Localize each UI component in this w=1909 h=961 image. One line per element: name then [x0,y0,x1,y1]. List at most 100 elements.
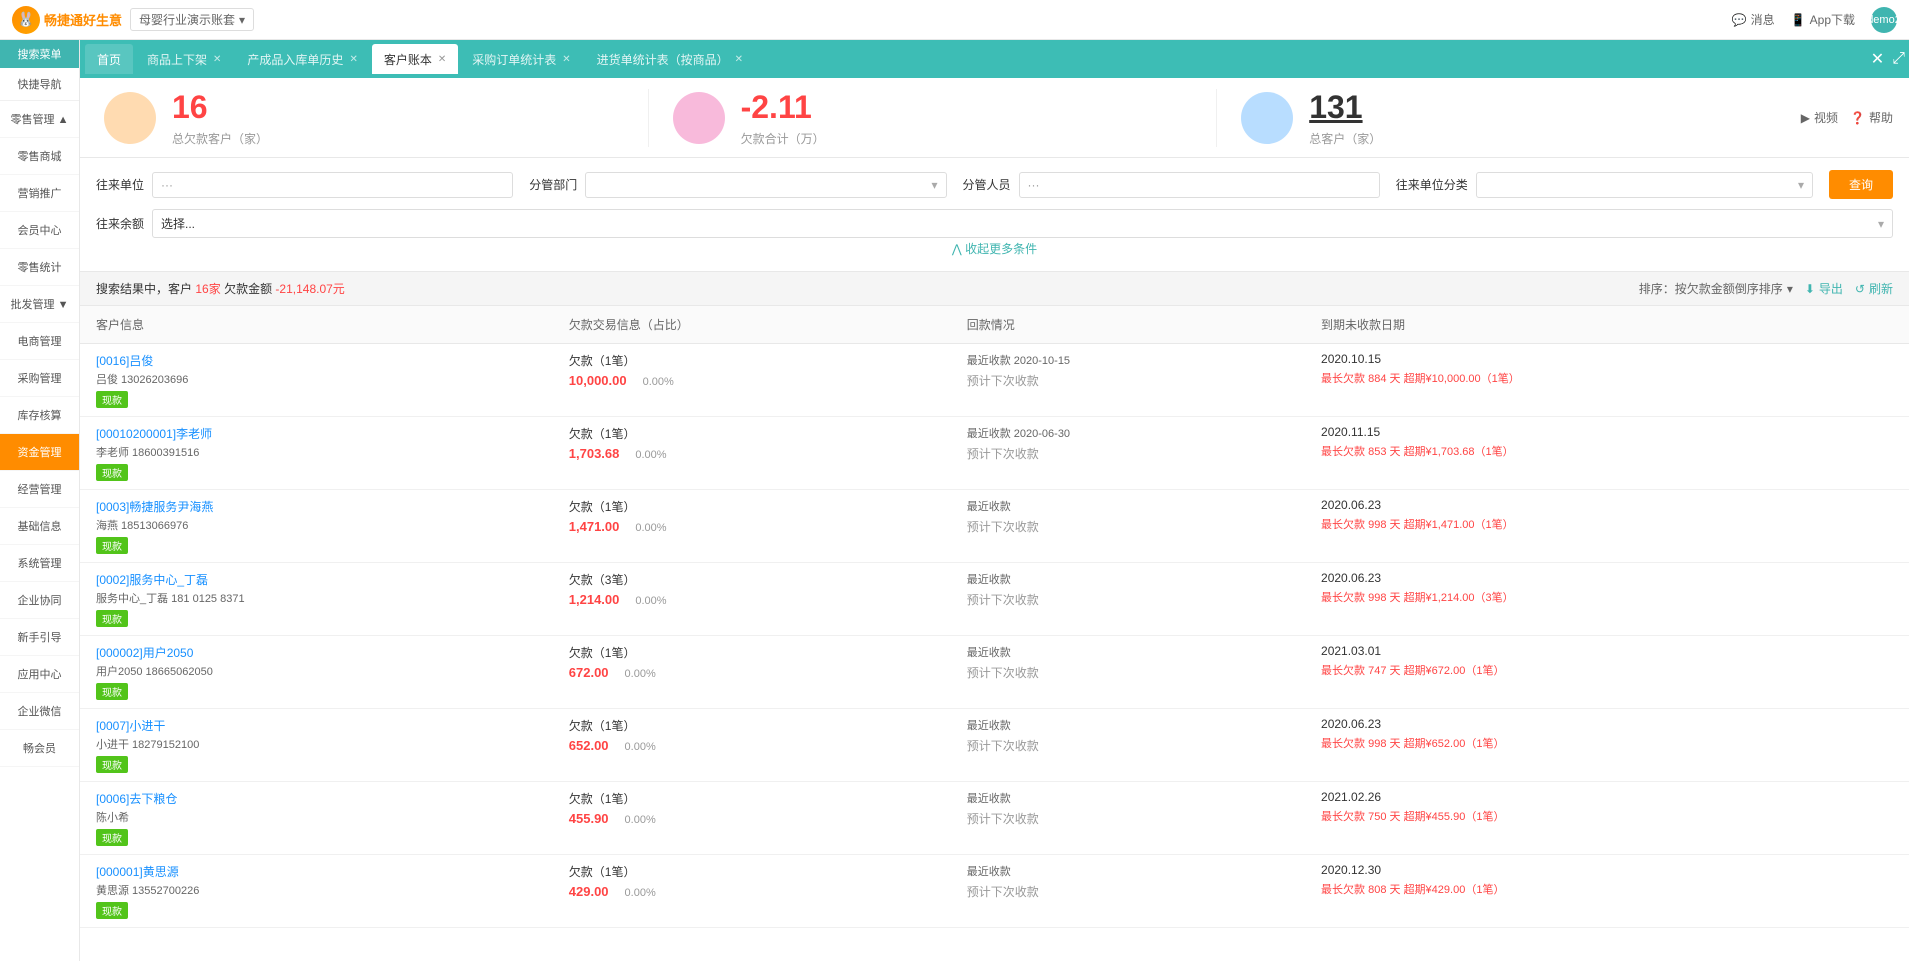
tab-close-icon[interactable]: ✕ [213,54,221,65]
store-selector[interactable]: 母婴行业演示账套 ▾ [130,8,254,31]
balance-select[interactable]: 选择... ▾ [152,209,1893,238]
customer-name-5[interactable]: [0007]小进干 [96,717,537,734]
cell-due-date-0: 2020.10.15 最长欠款 884 天 超期¥10,000.00（1笔） [1305,344,1909,417]
sort-caret-icon: ▾ [1787,282,1793,296]
sidebar-item-vip[interactable]: 畅会员 [0,730,79,767]
sidebar-item-enterprise[interactable]: 企业协同 [0,582,79,619]
avatar[interactable]: demo2 [1871,7,1897,33]
tab-customer-account[interactable]: 客户账本 ✕ [372,44,458,74]
quick-nav[interactable]: 快捷导航 [0,68,79,101]
sidebar-item-retail-mgmt[interactable]: 零售管理 ▲ [0,101,79,138]
sidebar-item-batch-mgmt[interactable]: 批发管理 ▼ [0,286,79,323]
sidebar-label: 系统管理 [18,558,62,570]
sidebar-label: 应用中心 [18,669,62,681]
search-button[interactable]: 查询 [1829,170,1893,199]
content-area: 16 总欠款客户（家） -2.11 欠款合计（万） [80,78,1909,961]
cell-customer-7: [000001]黄思源 黄思源 13552700226 现款 [80,855,553,928]
unit-classify-select[interactable]: ▾ [1476,172,1813,198]
sidebar-item-inventory[interactable]: 库存核算 [0,397,79,434]
customer-tag-5: 现款 [96,756,128,773]
cell-debt-2: 欠款（1笔） 1,471.00 0.00% [553,490,951,563]
overdue-info-1[interactable]: 最长欠款 853 天 超期¥1,703.68（1笔） [1321,443,1893,459]
debt-count-6: 欠款（1笔） [569,790,636,807]
sidebar-item-system[interactable]: 系统管理 [0,545,79,582]
overdue-info-6[interactable]: 最长欠款 750 天 超期¥455.90（1笔） [1321,808,1893,824]
sidebar-item-ecommerce[interactable]: 电商管理 [0,323,79,360]
results-debt-amount: -21,148.07元 [275,282,344,296]
unit-classify-caret-icon: ▾ [1798,178,1804,192]
video-button[interactable]: ▶ 视频 [1801,109,1838,126]
avatar-text: demo2 [1867,14,1901,26]
tab-restore-icon[interactable]: ⤢ [1892,50,1905,68]
debt-amount-2[interactable]: 1,471.00 [569,519,620,534]
help-button[interactable]: ❓ 帮助 [1850,109,1893,126]
overdue-info-4[interactable]: 最长欠款 747 天 超期¥672.00（1笔） [1321,662,1893,678]
col-collection: 回款情况 [951,306,1305,344]
sidebar-item-basic-info[interactable]: 基础信息 [0,508,79,545]
overdue-info-2[interactable]: 最长欠款 998 天 超期¥1,471.00（1笔） [1321,516,1893,532]
sidebar-item-retail-stats[interactable]: 零售统计 [0,249,79,286]
overdue-info-5[interactable]: 最长欠款 998 天 超期¥652.00（1笔） [1321,735,1893,751]
logo-text: 畅捷通好生意 [44,10,122,29]
customer-name-3[interactable]: [0002]服务中心_丁磊 [96,571,537,588]
export-button[interactable]: ⬇ 导出 [1805,280,1843,297]
tab-product-history[interactable]: 产成品入库单历史 ✕ [235,44,369,74]
sidebar-item-enterprise-wechat[interactable]: 企业微信 [0,693,79,730]
arrow-icon: ▼ [58,299,69,311]
overdue-info-7[interactable]: 最长欠款 808 天 超期¥429.00（1笔） [1321,881,1893,897]
overdue-info-3[interactable]: 最长欠款 998 天 超期¥1,214.00（3笔） [1321,589,1893,605]
sidebar-item-app-center[interactable]: 应用中心 [0,656,79,693]
debt-count-5: 欠款（1笔） [569,717,636,734]
customer-name-7[interactable]: [000001]黄思源 [96,863,537,880]
tab-close-icon[interactable]: ✕ [349,54,357,65]
tab-close-all-icon[interactable]: ✕ [1871,49,1884,69]
sidebar-item-purchase[interactable]: 采购管理 [0,360,79,397]
cell-collection-5: 最近收款 预计下次收款 [951,709,1305,782]
search-menu-label: 搜索菜单 [18,49,62,61]
tab-purchase-stats[interactable]: 进货单统计表（按商品） ✕ [585,44,755,74]
app-download-button[interactable]: 📱 App下载 [1791,11,1855,28]
customer-name-2[interactable]: [0003]畅捷服务尹海燕 [96,498,537,515]
cell-customer-3: [0002]服务中心_丁磊 服务中心_丁磊 181 0125 8371 现款 [80,563,553,636]
sidebar-label: 库存核算 [18,410,62,422]
sidebar-item-guide[interactable]: 新手引导 [0,619,79,656]
overdue-info-0[interactable]: 最长欠款 884 天 超期¥10,000.00（1笔） [1321,370,1893,386]
customer-name-1[interactable]: [00010200001]李老师 [96,425,537,442]
customer-name-4[interactable]: [000002]用户2050 [96,644,537,661]
tab-purchase-order[interactable]: 采购订单统计表 ✕ [460,44,582,74]
last-collection-label-1: 最近收款 [967,428,1011,440]
customer-tag-0: 现款 [96,391,128,408]
sort-selector[interactable]: 排序：按欠款金额倒序排序 ▾ [1639,280,1793,297]
debt-amount-5[interactable]: 652.00 [569,738,609,753]
customer-name-6[interactable]: [0006]去下粮仓 [96,790,537,807]
sidebar-item-capital[interactable]: 资金管理 [0,434,79,471]
debt-amount-0[interactable]: 10,000.00 [569,373,627,388]
last-collection-label-7: 最近收款 [967,866,1011,878]
tab-close-icon[interactable]: ✕ [735,54,743,65]
refresh-button[interactable]: ↺ 刷新 [1855,280,1893,297]
sidebar-item-member[interactable]: 会员中心 [0,212,79,249]
stats-header-right: ▶ 视频 ❓ 帮助 [1785,109,1909,126]
department-select[interactable]: ▾ [585,172,946,198]
debt-amount-3[interactable]: 1,214.00 [569,592,620,607]
tab-close-icon[interactable]: ✕ [438,54,446,65]
debt-amount-4[interactable]: 672.00 [569,665,609,680]
collapse-row[interactable]: ⋀ 收起更多条件 [96,238,1893,259]
tab-product-shelf[interactable]: 商品上下架 ✕ [135,44,233,74]
customer-name-0[interactable]: [0016]吕俊 [96,352,537,369]
from-unit-input[interactable]: ··· [152,172,513,198]
message-button[interactable]: 💬 消息 [1732,11,1775,28]
due-date-5: 2020.06.23 [1321,717,1893,731]
tab-home[interactable]: 首页 [85,44,133,74]
debt-amount-6[interactable]: 455.90 [569,811,609,826]
results-actions: 排序：按欠款金额倒序排序 ▾ ⬇ 导出 ↺ 刷新 [1639,280,1893,297]
sidebar-item-operation[interactable]: 经营管理 [0,471,79,508]
debt-amount-7[interactable]: 429.00 [569,884,609,899]
sidebar-item-marketing[interactable]: 营销推广 [0,175,79,212]
tab-close-icon[interactable]: ✕ [562,54,570,65]
sidebar-item-retail-mall[interactable]: 零售商城 [0,138,79,175]
debt-amount-1[interactable]: 1,703.68 [569,446,620,461]
stat-block-debt: -2.11 欠款合计（万） [649,89,1218,147]
manager-input[interactable]: ··· [1019,172,1380,198]
search-menu[interactable]: 搜索菜单 [0,40,79,68]
